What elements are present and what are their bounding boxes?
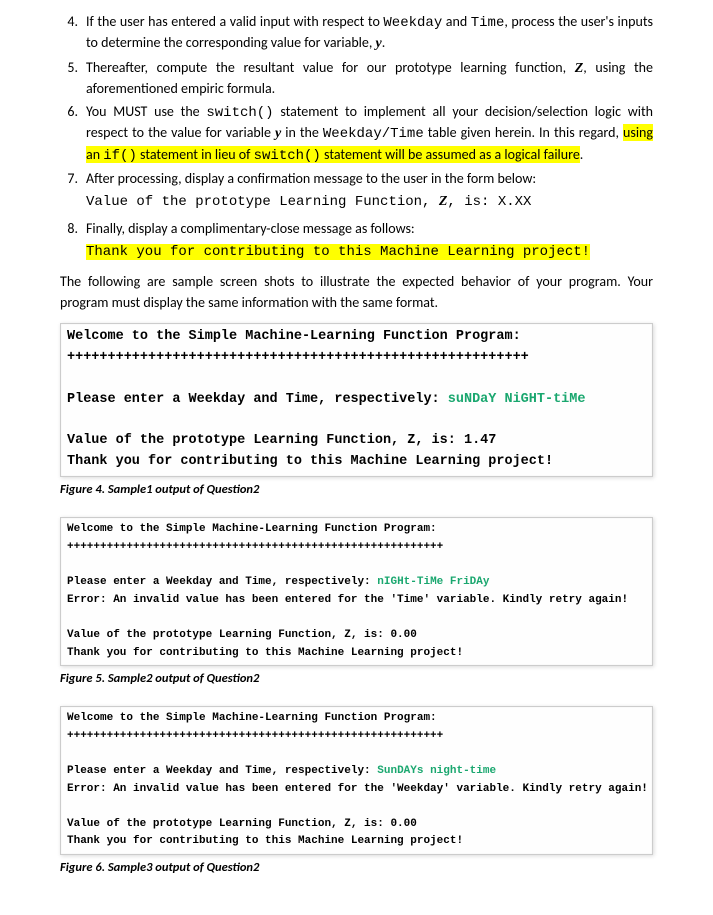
list-body: Thereafter, compute the resultant value … xyxy=(86,58,653,100)
code-switch: switch() xyxy=(206,105,273,121)
code-close-message: Thank you for contributing to this Machi… xyxy=(86,242,653,262)
list-item-4: 4. If the user has entered a valid input… xyxy=(60,12,653,55)
out-line: ++++++++++++++++++++++++++++++++++++++++… xyxy=(67,730,443,742)
list-item-7: 7. After processing, display a confirmat… xyxy=(60,169,653,189)
text: statement in lieu of xyxy=(137,146,254,163)
list-number: 4. xyxy=(60,12,86,55)
text: , is: X.XX xyxy=(447,194,531,210)
out-line: Welcome to the Simple Machine-Learning F… xyxy=(67,329,521,344)
out-line: Thank you for contributing to this Machi… xyxy=(67,647,463,659)
code-weekday: Weekday xyxy=(383,15,442,31)
list-number: 6. xyxy=(60,102,86,166)
out-line: Value of the prototype Learning Function… xyxy=(67,433,496,448)
figure-caption-4: Figure 4. Sample1 output of Question2 xyxy=(60,481,653,499)
out-line: Error: An invalid value has been entered… xyxy=(67,783,648,795)
list-number: 5. xyxy=(60,58,86,100)
var-z: Z xyxy=(575,61,584,76)
user-input: SunDAYs night-time xyxy=(377,765,496,777)
list-body: Finally, display a complimentary-close m… xyxy=(86,219,653,239)
out-line: ++++++++++++++++++++++++++++++++++++++++… xyxy=(67,350,529,365)
text: and xyxy=(442,13,471,30)
code-weekday-time: Weekday/Time xyxy=(323,126,424,142)
text: . xyxy=(382,34,386,51)
code-output-template: Value of the prototype Learning Function… xyxy=(86,192,653,212)
text: statement will be assumed as a logical f… xyxy=(321,146,580,163)
out-line: Welcome to the Simple Machine-Learning F… xyxy=(67,712,437,724)
text: table given herein. In this regard, xyxy=(424,124,623,141)
list-item-8: 8. Finally, display a complimentary-clos… xyxy=(60,219,653,239)
text: Thereafter, compute the resultant value … xyxy=(86,59,575,76)
text: . xyxy=(580,146,584,163)
output-sample-2: Welcome to the Simple Machine-Learning F… xyxy=(60,517,653,666)
out-line: Please enter a Weekday and Time, respect… xyxy=(67,576,377,588)
list-number: 8. xyxy=(60,219,86,239)
user-input: nIGHt-TiMe FriDAy xyxy=(377,576,489,588)
output-sample-1: Welcome to the Simple Machine-Learning F… xyxy=(60,323,653,477)
user-input: suNDaY NiGHT-tiMe xyxy=(448,392,586,407)
code-time: Time xyxy=(471,15,505,31)
text: You MUST use the xyxy=(86,103,206,120)
highlight-close: Thank you for contributing to this Machi… xyxy=(86,244,590,260)
out-line: Thank you for contributing to this Machi… xyxy=(67,835,463,847)
list-number: 7. xyxy=(60,169,86,189)
list-body: After processing, display a confirmation… xyxy=(86,169,653,189)
list-item-5: 5. Thereafter, compute the resultant val… xyxy=(60,58,653,100)
out-line: Value of the prototype Learning Function… xyxy=(67,818,417,830)
out-line: Error: An invalid value has been entered… xyxy=(67,594,628,606)
figure-caption-5: Figure 5. Sample2 output of Question2 xyxy=(60,670,653,688)
out-line: Please enter a Weekday and Time, respect… xyxy=(67,392,448,407)
code-if: if() xyxy=(103,148,137,164)
out-line: Please enter a Weekday and Time, respect… xyxy=(67,765,377,777)
intro-paragraph: The following are sample screen shots to… xyxy=(60,272,653,313)
list-body: You MUST use the switch() statement to i… xyxy=(86,102,653,166)
out-line: Welcome to the Simple Machine-Learning F… xyxy=(67,523,437,535)
text: If the user has entered a valid input wi… xyxy=(86,13,383,30)
out-line: Value of the prototype Learning Function… xyxy=(67,629,417,641)
out-line: ++++++++++++++++++++++++++++++++++++++++… xyxy=(67,541,443,553)
list-item-6: 6. You MUST use the switch() statement t… xyxy=(60,102,653,166)
text: in the xyxy=(281,124,323,141)
list-body: If the user has entered a valid input wi… xyxy=(86,12,653,55)
figure-caption-6: Figure 6. Sample3 output of Question2 xyxy=(60,859,653,877)
text: Value of the prototype Learning Function… xyxy=(86,194,439,210)
out-line: Thank you for contributing to this Machi… xyxy=(67,454,553,469)
code-switch: switch() xyxy=(254,148,321,164)
output-sample-3: Welcome to the Simple Machine-Learning F… xyxy=(60,706,653,855)
